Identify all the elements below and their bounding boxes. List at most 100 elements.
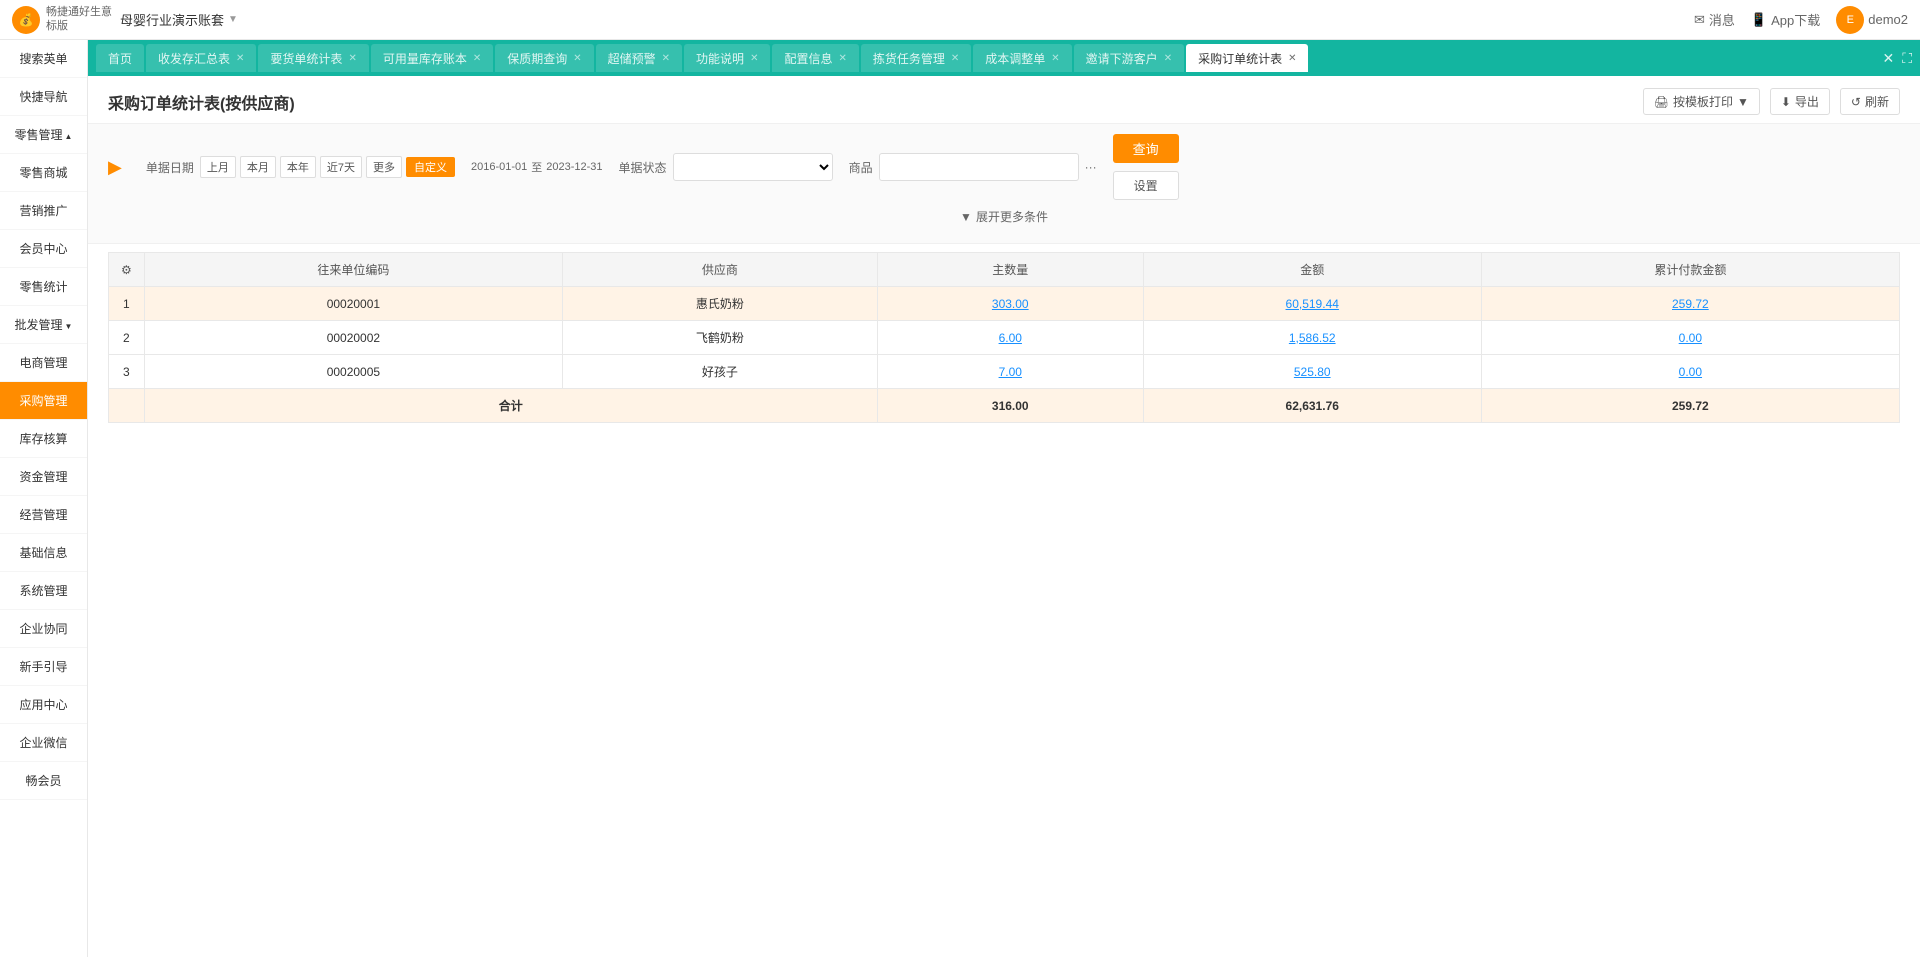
sidebar-item-quick-nav[interactable]: 快捷导航 bbox=[0, 78, 87, 116]
tab-bar: 首页 收发存汇总表 ✕ 要货单统计表 ✕ 可用量库存账本 ✕ 保质期查询 ✕ 超… bbox=[88, 40, 1920, 76]
sidebar-item-member[interactable]: 会员中心 bbox=[0, 230, 87, 268]
sidebar-item-basic[interactable]: 基础信息 bbox=[0, 534, 87, 572]
footer-paid: 259.72 bbox=[1481, 389, 1899, 423]
sidebar-item-retail[interactable]: 零售管理 bbox=[0, 116, 87, 154]
sidebar-item-system[interactable]: 系统管理 bbox=[0, 572, 87, 610]
tab-order-summary[interactable]: 要货单统计表 ✕ bbox=[258, 44, 368, 72]
tab-close-icon[interactable]: ✕ bbox=[1051, 53, 1059, 64]
goods-input[interactable] bbox=[879, 153, 1079, 181]
expand-more-button[interactable]: ▼ 展开更多条件 bbox=[952, 204, 1056, 229]
print-arrow-icon: ▼ bbox=[1737, 95, 1749, 109]
tab-close-icon[interactable]: ✕ bbox=[750, 53, 758, 64]
row-amount[interactable]: 1,586.52 bbox=[1143, 321, 1481, 355]
col-paid: 累计付款金额 bbox=[1481, 253, 1899, 287]
row-qty[interactable]: 7.00 bbox=[877, 355, 1143, 389]
footer-empty bbox=[109, 389, 145, 423]
tab-shelf-query[interactable]: 保质期查询 ✕ bbox=[495, 44, 593, 72]
refresh-icon: ↺ bbox=[1851, 95, 1861, 109]
row-qty[interactable]: 6.00 bbox=[877, 321, 1143, 355]
sidebar-item-purchase[interactable]: 采购管理 bbox=[0, 382, 87, 420]
sidebar-item-wholesale[interactable]: 批发管理 bbox=[0, 306, 87, 344]
tab-close-icon[interactable]: ✕ bbox=[662, 53, 670, 64]
footer-label: 合计 bbox=[144, 389, 877, 423]
sidebar-item-enterprise[interactable]: 企业协同 bbox=[0, 610, 87, 648]
tab-close-icon[interactable]: ✕ bbox=[1164, 53, 1172, 64]
tab-inventory-ledger[interactable]: 可用量库存账本 ✕ bbox=[371, 44, 493, 72]
date-filter-label: 单据日期 bbox=[146, 159, 194, 176]
sidebar-item-appcenter[interactable]: 应用中心 bbox=[0, 686, 87, 724]
date-btn-last-month[interactable]: 上月 bbox=[200, 156, 236, 178]
tab-cost-adjust[interactable]: 成本调整单 ✕ bbox=[973, 44, 1071, 72]
tab-config-info[interactable]: 配置信息 ✕ bbox=[772, 44, 858, 72]
row-paid[interactable]: 0.00 bbox=[1481, 321, 1899, 355]
goods-filter-label: 商品 bbox=[849, 159, 873, 176]
status-filter-label: 单据状态 bbox=[619, 159, 667, 176]
date-btn-7days[interactable]: 近7天 bbox=[320, 156, 362, 178]
logo-icon: 💰 bbox=[12, 6, 40, 34]
row-no: 3 bbox=[109, 355, 145, 389]
tab-invite-downstream[interactable]: 邀请下游客户 ✕ bbox=[1074, 44, 1184, 72]
sidebar-item-vip[interactable]: 畅会员 bbox=[0, 762, 87, 800]
date-btn-this-month[interactable]: 本月 bbox=[240, 156, 276, 178]
row-code: 00020002 bbox=[144, 321, 562, 355]
row-code: 00020005 bbox=[144, 355, 562, 389]
sidebar-item-inventory[interactable]: 库存核算 bbox=[0, 420, 87, 458]
sidebar-item-ecommerce[interactable]: 电商管理 bbox=[0, 344, 87, 382]
row-paid[interactable]: 0.00 bbox=[1481, 355, 1899, 389]
col-supplier: 供应商 bbox=[563, 253, 878, 287]
table-settings-col[interactable]: ⚙ bbox=[109, 253, 145, 287]
row-qty[interactable]: 303.00 bbox=[877, 287, 1143, 321]
tab-collect-summary[interactable]: 收发存汇总表 ✕ bbox=[146, 44, 256, 72]
tab-pick-task[interactable]: 拣货任务管理 ✕ bbox=[861, 44, 971, 72]
tab-bar-end: ✕ ⛶ bbox=[1882, 50, 1912, 67]
row-amount[interactable]: 525.80 bbox=[1143, 355, 1481, 389]
tab-close-icon[interactable]: ✕ bbox=[348, 53, 356, 64]
tab-fullscreen-icon[interactable]: ⛶ bbox=[1902, 50, 1912, 67]
refresh-button[interactable]: ↺ 刷新 bbox=[1840, 88, 1900, 115]
content-area: 首页 收发存汇总表 ✕ 要货单统计表 ✕ 可用量库存账本 ✕ 保质期查询 ✕ 超… bbox=[88, 40, 1920, 957]
tab-close-icon[interactable]: ✕ bbox=[573, 53, 581, 64]
export-button[interactable]: ⬇ 导出 bbox=[1770, 88, 1830, 115]
status-select[interactable] bbox=[673, 153, 833, 181]
print-button[interactable]: 🖨 按模板打印 ▼ bbox=[1643, 88, 1760, 115]
sidebar-item-operation[interactable]: 经营管理 bbox=[0, 496, 87, 534]
avatar: E bbox=[1836, 6, 1864, 34]
sidebar-item-search[interactable]: 搜索英单 bbox=[0, 40, 87, 78]
row-amount[interactable]: 60,519.44 bbox=[1143, 287, 1481, 321]
goods-more-btn[interactable]: ··· bbox=[1085, 160, 1097, 174]
tab-function-desc[interactable]: 功能说明 ✕ bbox=[684, 44, 770, 72]
user-menu[interactable]: E demo2 bbox=[1836, 6, 1908, 34]
row-supplier: 飞鹤奶粉 bbox=[563, 321, 878, 355]
query-button[interactable]: 查询 bbox=[1113, 134, 1179, 163]
tab-home[interactable]: 首页 bbox=[96, 44, 144, 72]
sidebar-item-marketing[interactable]: 营销推广 bbox=[0, 192, 87, 230]
tab-close-icon[interactable]: ✕ bbox=[951, 53, 959, 64]
sidebar-item-finance[interactable]: 资金管理 bbox=[0, 458, 87, 496]
table-row: 3 00020005 好孩子 7.00 525.80 0.00 bbox=[109, 355, 1900, 389]
sidebar-item-retail-shop[interactable]: 零售商城 bbox=[0, 154, 87, 192]
sidebar: 搜索英单 快捷导航 零售管理 零售商城 营销推广 会员中心 零售统计 批发管理 … bbox=[0, 40, 88, 957]
tab-close-all-icon[interactable]: ✕ bbox=[1882, 50, 1894, 67]
tab-purchase-stat[interactable]: 采购订单统计表 ✕ bbox=[1186, 44, 1308, 72]
top-bar-left: 💰 畅捷通好生意 标版 母婴行业演示账套 ▼ bbox=[12, 6, 238, 34]
sidebar-item-retail-stat[interactable]: 零售统计 bbox=[0, 268, 87, 306]
workspace-selector[interactable]: 母婴行业演示账套 ▼ bbox=[120, 10, 238, 29]
app-download-button[interactable]: 📱 App下载 bbox=[1751, 10, 1820, 29]
tab-close-icon[interactable]: ✕ bbox=[236, 53, 244, 64]
row-paid[interactable]: 259.72 bbox=[1481, 287, 1899, 321]
tab-close-icon[interactable]: ✕ bbox=[1288, 53, 1296, 64]
date-btn-this-year[interactable]: 本年 bbox=[280, 156, 316, 178]
filter-toggle-icon[interactable]: ▶ bbox=[108, 157, 122, 178]
tab-overstock[interactable]: 超储预警 ✕ bbox=[596, 44, 682, 72]
table-row: 1 00020001 惠氏奶粉 303.00 60,519.44 259.72 bbox=[109, 287, 1900, 321]
sidebar-item-newguide[interactable]: 新手引导 bbox=[0, 648, 87, 686]
message-button[interactable]: ✉ 消息 bbox=[1694, 10, 1735, 29]
settings-button[interactable]: 设置 bbox=[1113, 171, 1179, 200]
date-custom-tag[interactable]: 自定义 bbox=[406, 157, 455, 177]
sidebar-item-wechat[interactable]: 企业微信 bbox=[0, 724, 87, 762]
table-row: 2 00020002 飞鹤奶粉 6.00 1,586.52 0.00 bbox=[109, 321, 1900, 355]
expand-more-row: ▼ 展开更多条件 bbox=[108, 200, 1900, 233]
tab-close-icon[interactable]: ✕ bbox=[838, 53, 846, 64]
date-btn-more[interactable]: 更多 bbox=[366, 156, 402, 178]
tab-close-icon[interactable]: ✕ bbox=[473, 53, 481, 64]
